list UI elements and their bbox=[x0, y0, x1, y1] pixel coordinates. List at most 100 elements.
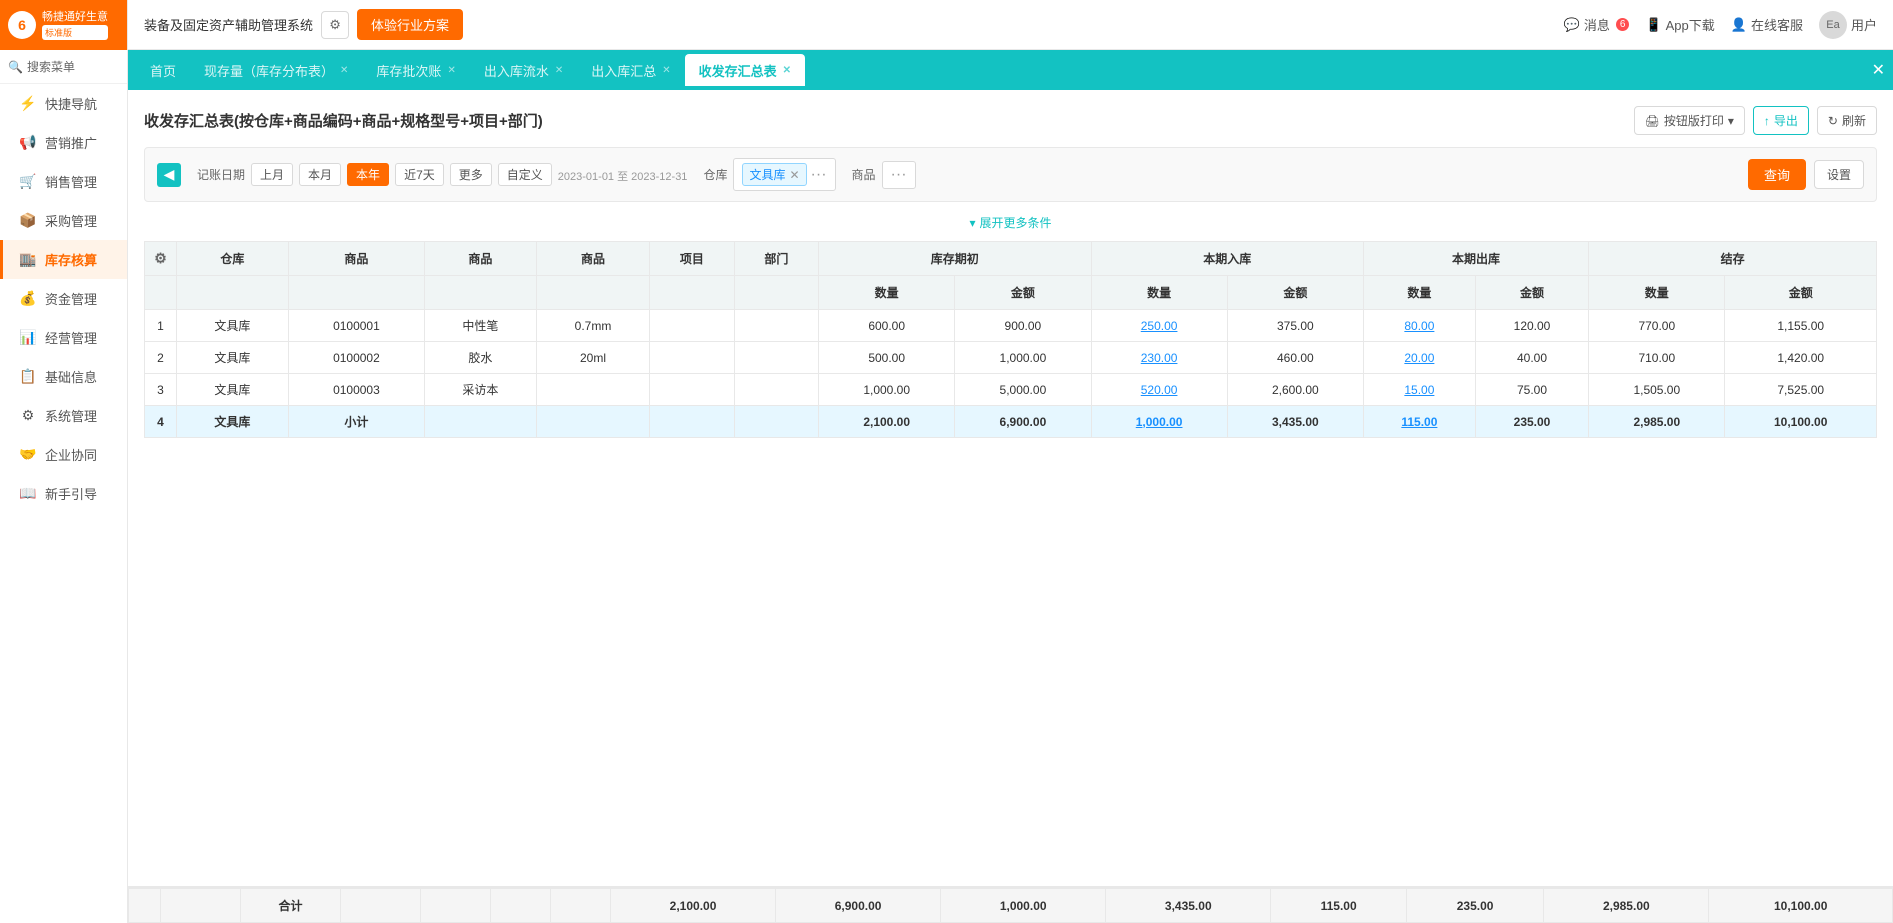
row2-in-qty[interactable]: 230.00 bbox=[1091, 342, 1227, 374]
col-in-header: 本期入库 bbox=[1091, 242, 1363, 276]
tab-in-out-summary-close[interactable]: ✕ bbox=[662, 65, 670, 76]
page-header: 收发存汇总表(按仓库+商品编码+商品+规格型号+项目+部门) 🖨 按钮版打印 ▾… bbox=[144, 106, 1877, 135]
row1-in-amt: 375.00 bbox=[1227, 310, 1363, 342]
refresh-button[interactable]: ↻ 刷新 bbox=[1817, 106, 1877, 135]
app-download-button[interactable]: 📱 App下载 bbox=[1645, 15, 1714, 34]
row2-out-qty-link[interactable]: 20.00 bbox=[1404, 351, 1434, 365]
total-open-qty: 2,100.00 bbox=[611, 889, 776, 923]
sidebar-item-guide[interactable]: 📖 新手引导 bbox=[0, 474, 127, 513]
row3-out-qty[interactable]: 15.00 bbox=[1363, 374, 1475, 406]
settings-filter-button[interactable]: 设置 bbox=[1814, 160, 1864, 189]
row1-goods-code: 0100001 bbox=[288, 310, 424, 342]
row3-out-qty-link[interactable]: 15.00 bbox=[1404, 383, 1434, 397]
tab-receipt-summary-label: 收发存汇总表 bbox=[699, 61, 777, 80]
row3-in-qty-link[interactable]: 520.00 bbox=[1141, 383, 1178, 397]
row1-project bbox=[650, 310, 734, 342]
online-service-button[interactable]: 👤 在线客服 bbox=[1731, 15, 1803, 34]
sidebar-search[interactable]: 🔍 搜索菜单 bbox=[0, 50, 127, 84]
total-out-qty: 115.00 bbox=[1271, 889, 1407, 923]
date-this-year[interactable]: 本年 bbox=[347, 163, 389, 186]
row1-no: 1 bbox=[145, 310, 177, 342]
col-bal-amt-header: 金额 bbox=[1725, 276, 1877, 310]
sidebar-item-operations[interactable]: 📊 经营管理 bbox=[0, 318, 127, 357]
tab-receipt-summary[interactable]: 收发存汇总表 ✕ bbox=[685, 54, 805, 86]
settings-button[interactable]: ⚙ bbox=[321, 11, 349, 39]
print-button[interactable]: 🖨 按钮版打印 ▾ bbox=[1634, 106, 1745, 135]
row2-in-qty-link[interactable]: 230.00 bbox=[1141, 351, 1178, 365]
tab-in-out-flow-label: 出入库流水 bbox=[484, 61, 549, 80]
date-custom[interactable]: 自定义 bbox=[498, 163, 552, 186]
col-project-header: 项目 bbox=[650, 242, 734, 276]
date-this-month[interactable]: 本月 bbox=[299, 163, 341, 186]
date-last-month[interactable]: 上月 bbox=[251, 163, 293, 186]
trial-button[interactable]: 体验行业方案 bbox=[357, 9, 463, 40]
tab-in-out-flow-close[interactable]: ✕ bbox=[555, 65, 563, 76]
subtotal-out-qty: 115.00 bbox=[1363, 406, 1475, 438]
sidebar-item-marketing[interactable]: 📢 营销推广 bbox=[0, 123, 127, 162]
export-button[interactable]: ↑ 导出 bbox=[1753, 106, 1809, 135]
user-menu[interactable]: Ea 用户 bbox=[1819, 11, 1877, 39]
filter-bar: ◀ 记账日期 上月 本月 本年 近7天 更多 自定义 2023-01-01 至 … bbox=[144, 147, 1877, 202]
search-label: 搜索菜单 bbox=[27, 58, 75, 75]
row3-bal-qty: 1,505.00 bbox=[1589, 374, 1725, 406]
tab-batch-account-close[interactable]: ✕ bbox=[447, 65, 455, 76]
sidebar-item-sales[interactable]: 🛒 销售管理 bbox=[0, 162, 127, 201]
warehouse-more-icon[interactable]: ··· bbox=[811, 166, 827, 184]
tab-close-all[interactable]: ✕ bbox=[1872, 60, 1885, 80]
row1-out-qty-link[interactable]: 80.00 bbox=[1404, 319, 1434, 333]
online-service-label: 在线客服 bbox=[1751, 15, 1803, 34]
sidebar-item-system[interactable]: ⚙ 系统管理 bbox=[0, 396, 127, 435]
chevron-down-icon: ▾ bbox=[1728, 114, 1734, 128]
col-out-header: 本期出库 bbox=[1363, 242, 1588, 276]
tab-batch-account[interactable]: 库存批次账 ✕ bbox=[362, 54, 469, 86]
filter-collapse-button[interactable]: ◀ bbox=[157, 163, 181, 187]
sidebar-item-label: 库存核算 bbox=[45, 250, 97, 269]
row1-in-qty-link[interactable]: 250.00 bbox=[1141, 319, 1178, 333]
row2-out-qty[interactable]: 20.00 bbox=[1363, 342, 1475, 374]
goods-filter-input[interactable]: ··· bbox=[882, 161, 916, 189]
row3-in-qty[interactable]: 520.00 bbox=[1091, 374, 1227, 406]
gear-icon[interactable]: ⚙ bbox=[154, 250, 167, 266]
message-button[interactable]: 💬 消息 6 bbox=[1564, 15, 1630, 34]
filter-expand-row: ▾ 展开更多条件 bbox=[144, 214, 1877, 231]
tab-in-out-summary[interactable]: 出入库汇总 ✕ bbox=[577, 54, 684, 86]
date-more[interactable]: 更多 bbox=[450, 163, 492, 186]
total-bal-amt: 10,100.00 bbox=[1709, 889, 1893, 923]
warehouse-tag-close[interactable]: ✕ bbox=[789, 168, 799, 182]
subtotal-label: 小计 bbox=[288, 406, 424, 438]
row3-goods-spec bbox=[536, 374, 649, 406]
sidebar-item-base[interactable]: 📋 基础信息 bbox=[0, 357, 127, 396]
sidebar: 6 畅捷通好生意 标准版 🔍 搜索菜单 ⚡ 快捷导航 📢 营销推广 🛒 销售管理… bbox=[0, 0, 128, 923]
row1-department bbox=[734, 310, 818, 342]
tab-home-label: 首页 bbox=[150, 61, 176, 80]
row1-in-qty[interactable]: 250.00 bbox=[1091, 310, 1227, 342]
tab-receipt-summary-close[interactable]: ✕ bbox=[783, 65, 791, 76]
query-button[interactable]: 查询 bbox=[1748, 159, 1806, 190]
search-icon: 🔍 bbox=[8, 60, 23, 74]
sidebar-item-purchase[interactable]: 📦 采购管理 bbox=[0, 201, 127, 240]
tab-inventory-dist[interactable]: 现存量（库存分布表） ✕ bbox=[190, 54, 362, 86]
message-badge: 6 bbox=[1616, 18, 1630, 31]
sidebar-item-finance[interactable]: 💰 资金管理 bbox=[0, 279, 127, 318]
table-row: 2 文具库 0100002 胶水 20ml 500.00 1,000.00 23… bbox=[145, 342, 1877, 374]
tab-inventory-dist-label: 现存量（库存分布表） bbox=[204, 61, 334, 80]
tab-home[interactable]: 首页 bbox=[136, 54, 190, 86]
tab-in-out-flow[interactable]: 出入库流水 ✕ bbox=[470, 54, 577, 86]
warehouse-filter-label: 仓库 bbox=[703, 166, 727, 183]
sidebar-item-quick-nav[interactable]: ⚡ 快捷导航 bbox=[0, 84, 127, 123]
expand-conditions-button[interactable]: ▾ 展开更多条件 bbox=[969, 214, 1051, 231]
sidebar-item-inventory[interactable]: 🏬 库存核算 bbox=[0, 240, 127, 279]
system-icon: ⚙ bbox=[19, 407, 37, 424]
sidebar-item-label: 采购管理 bbox=[45, 211, 97, 230]
sidebar-item-label: 新手引导 bbox=[45, 484, 97, 503]
tab-inventory-dist-close[interactable]: ✕ bbox=[340, 65, 348, 76]
goods-more-icon[interactable]: ··· bbox=[891, 166, 907, 184]
row3-warehouse: 文具库 bbox=[177, 374, 289, 406]
row1-out-qty[interactable]: 80.00 bbox=[1363, 310, 1475, 342]
warehouse-filter-input[interactable]: 文具库 ✕ ··· bbox=[733, 158, 835, 191]
col-settings-header[interactable]: ⚙ bbox=[145, 242, 177, 276]
date-7days[interactable]: 近7天 bbox=[395, 163, 444, 186]
row2-goods-name: 胶水 bbox=[425, 342, 537, 374]
sidebar-item-enterprise[interactable]: 🤝 企业协同 bbox=[0, 435, 127, 474]
total-row: 合计 2,100.00 6,900.00 1,000.00 3,435.00 1… bbox=[129, 889, 1893, 923]
